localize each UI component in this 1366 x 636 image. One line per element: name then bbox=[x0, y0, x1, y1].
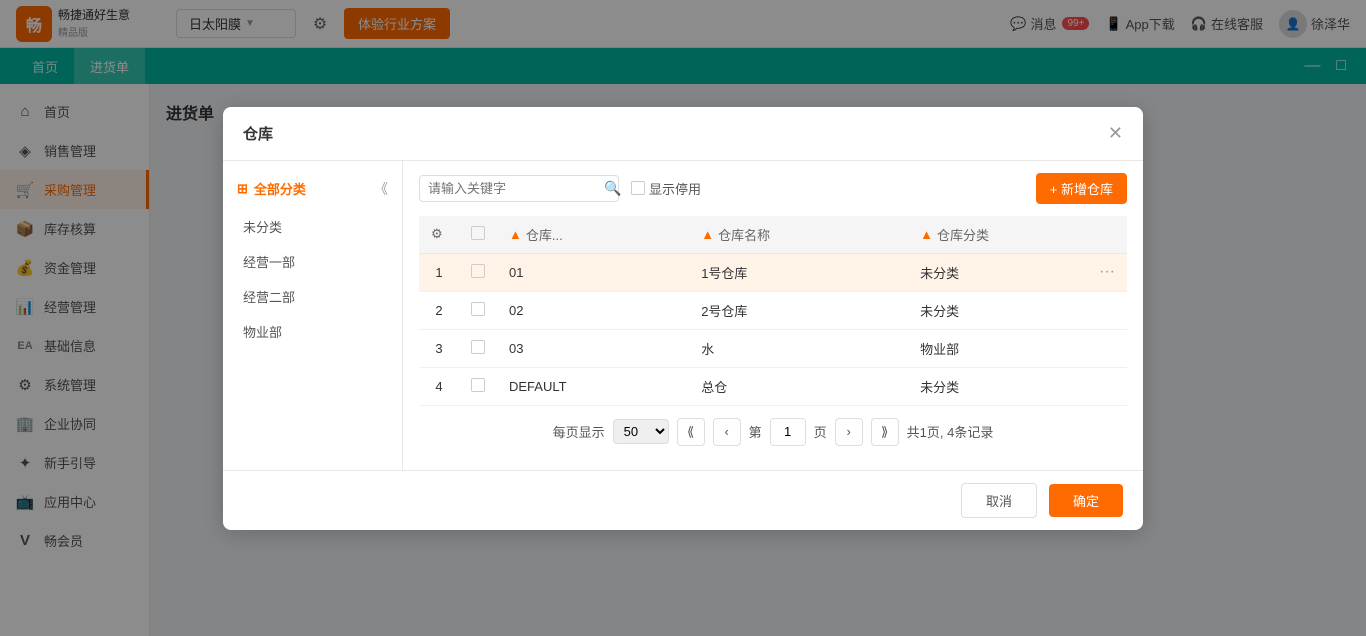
category-all-label: 全部分类 bbox=[254, 179, 306, 198]
row-checkbox[interactable] bbox=[459, 291, 497, 329]
page-input[interactable] bbox=[770, 418, 806, 446]
modal-title: 仓库 bbox=[243, 123, 273, 144]
category-panel: ⊞ 全部分类 《 未分类 经营一部 经营二部 物业部 bbox=[223, 161, 403, 470]
show-disabled-checkbox[interactable] bbox=[631, 181, 645, 195]
col-name-label: 仓库名称 bbox=[718, 225, 770, 244]
search-input[interactable] bbox=[428, 181, 604, 196]
row-num: 2 bbox=[419, 291, 459, 329]
table-body: 1 01 1号仓库 未分类 ··· 2 02 2号仓库 bbox=[419, 253, 1127, 405]
category-header: ⊞ 全部分类 《 bbox=[223, 173, 402, 209]
modal-header: 仓库 ✕ bbox=[223, 107, 1143, 161]
last-page-button[interactable]: ⟫ bbox=[871, 418, 899, 446]
col-code-header: ▲ 仓库... bbox=[497, 216, 689, 254]
col-gear: ⚙ bbox=[419, 216, 459, 254]
modal-body: ⊞ 全部分类 《 未分类 经营一部 经营二部 物业部 🔍 bbox=[223, 161, 1143, 470]
warehouse-table: ⚙ ▲ 仓库... bbox=[419, 216, 1127, 406]
table-wrapper: ⚙ ▲ 仓库... bbox=[419, 216, 1127, 406]
col-name-header: ▲ 仓库名称 bbox=[689, 216, 908, 254]
page-unit: 页 bbox=[814, 422, 827, 441]
select-all-checkbox[interactable] bbox=[471, 226, 485, 240]
category-item-operations1[interactable]: 经营一部 bbox=[223, 244, 402, 279]
per-page-label: 每页显示 bbox=[553, 422, 605, 441]
row-name: 总仓 bbox=[689, 367, 908, 405]
more-button[interactable]: ··· bbox=[1099, 263, 1115, 281]
total-label: 共1页, 4条记录 bbox=[907, 422, 994, 441]
modal-footer: 取消 确定 bbox=[223, 470, 1143, 530]
show-disabled-label[interactable]: 显示停用 bbox=[631, 179, 701, 198]
col-category-label: 仓库分类 bbox=[937, 225, 989, 244]
row-category: 物业部 bbox=[908, 329, 1127, 367]
row-name: 水 bbox=[689, 329, 908, 367]
collapse-button[interactable]: 《 bbox=[374, 179, 388, 199]
col-checkbox bbox=[459, 216, 497, 254]
table-panel: 🔍 显示停用 + 新增仓库 ⚙ bbox=[403, 161, 1143, 470]
page-label: 第 bbox=[749, 422, 762, 441]
prev-page-button[interactable]: ‹ bbox=[713, 418, 741, 446]
row-code: 02 bbox=[497, 291, 689, 329]
search-input-wrap: 🔍 bbox=[419, 175, 619, 202]
col-category-sort-icon: ▲ bbox=[920, 227, 933, 242]
table-row[interactable]: 2 02 2号仓库 未分类 bbox=[419, 291, 1127, 329]
row-num: 1 bbox=[419, 253, 459, 291]
table-row[interactable]: 3 03 水 物业部 bbox=[419, 329, 1127, 367]
table-row[interactable]: 1 01 1号仓库 未分类 ··· bbox=[419, 253, 1127, 291]
category-item-property[interactable]: 物业部 bbox=[223, 314, 402, 349]
add-warehouse-button[interactable]: + 新增仓库 bbox=[1036, 173, 1127, 204]
confirm-button[interactable]: 确定 bbox=[1049, 484, 1123, 517]
category-item-operations2[interactable]: 经营二部 bbox=[223, 279, 402, 314]
table-head: ⚙ ▲ 仓库... bbox=[419, 216, 1127, 254]
row-code: 03 bbox=[497, 329, 689, 367]
row-checkbox[interactable] bbox=[459, 329, 497, 367]
search-icon: 🔍 bbox=[604, 180, 621, 197]
category-item-unclassified[interactable]: 未分类 bbox=[223, 209, 402, 244]
row-num: 4 bbox=[419, 367, 459, 405]
cancel-button[interactable]: 取消 bbox=[961, 483, 1037, 518]
grid-icon: ⊞ bbox=[237, 181, 248, 197]
row-checkbox[interactable] bbox=[459, 253, 497, 291]
table-row[interactable]: 4 DEFAULT 总仓 未分类 bbox=[419, 367, 1127, 405]
warehouse-modal: 仓库 ✕ ⊞ 全部分类 《 未分类 经营一部 经营二部 物业部 bbox=[223, 107, 1143, 530]
row-name: 2号仓库 bbox=[689, 291, 908, 329]
row-code: 01 bbox=[497, 253, 689, 291]
table-toolbar: 🔍 显示停用 + 新增仓库 bbox=[419, 173, 1127, 204]
row-category: 未分类 bbox=[908, 291, 1127, 329]
row-code: DEFAULT bbox=[497, 367, 689, 405]
first-page-button[interactable]: ⟪ bbox=[677, 418, 705, 446]
per-page-select[interactable]: 50 100 bbox=[613, 419, 669, 444]
col-category-header: ▲ 仓库分类 bbox=[908, 216, 1127, 254]
col-code-sort-icon: ▲ bbox=[509, 227, 522, 242]
modal-overlay: 仓库 ✕ ⊞ 全部分类 《 未分类 经营一部 经营二部 物业部 bbox=[0, 0, 1366, 636]
row-checkbox[interactable] bbox=[459, 367, 497, 405]
next-page-button[interactable]: › bbox=[835, 418, 863, 446]
row-name: 1号仓库 bbox=[689, 253, 908, 291]
row-category: 未分类 bbox=[908, 367, 1127, 405]
row-category: 未分类 ··· bbox=[908, 253, 1127, 291]
col-code-label: 仓库... bbox=[526, 225, 563, 244]
category-all[interactable]: ⊞ 全部分类 bbox=[237, 179, 306, 198]
col-name-sort-icon: ▲ bbox=[701, 227, 714, 242]
pagination: 每页显示 50 100 ⟪ ‹ 第 页 › ⟫ 共1页, 4条记录 bbox=[419, 406, 1127, 458]
row-num: 3 bbox=[419, 329, 459, 367]
modal-close-button[interactable]: ✕ bbox=[1108, 123, 1123, 144]
